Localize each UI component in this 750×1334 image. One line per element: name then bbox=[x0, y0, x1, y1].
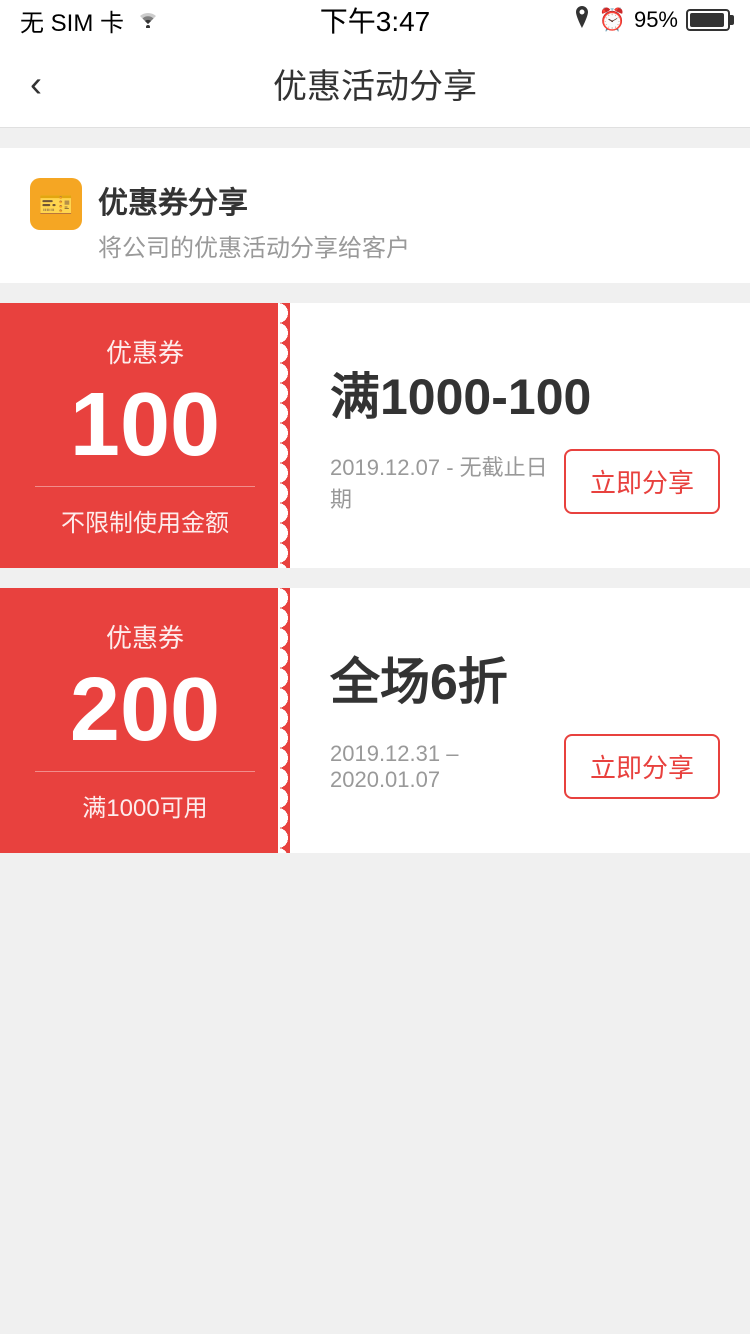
coupon-label-1: 优惠券 bbox=[106, 618, 184, 655]
section-header: 🎫 优惠券分享 将公司的优惠活动分享给客户 bbox=[0, 148, 750, 283]
status-left: 无 SIM 卡 bbox=[20, 3, 162, 38]
section-title: 优惠券分享 bbox=[98, 178, 410, 222]
coupon-date-0: 2019.12.07 - 无截止日期 bbox=[330, 450, 554, 514]
coupon-amount-0: 100 bbox=[70, 380, 220, 470]
coupons-list: 优惠券 100 不限制使用金额 满1000-100 2019.12.07 - 无… bbox=[0, 303, 750, 873]
wifi-icon bbox=[134, 6, 162, 35]
coupon-card: 优惠券 200 满1000可用 全场6折 2019.12.31 – 2020.0… bbox=[0, 588, 750, 853]
coupon-divider-1 bbox=[35, 771, 255, 772]
coupon-divider-0 bbox=[35, 486, 255, 487]
coupon-name-1: 全场6折 bbox=[330, 642, 720, 714]
coupon-condition-1: 满1000可用 bbox=[82, 788, 207, 823]
back-button[interactable]: ‹ bbox=[30, 63, 42, 105]
battery-icon bbox=[686, 9, 730, 31]
page-title: 优惠活动分享 bbox=[273, 59, 477, 108]
coupon-left-1: 优惠券 200 满1000可用 bbox=[0, 588, 290, 853]
battery-percent: 95% bbox=[634, 7, 678, 33]
coupon-right-0: 满1000-100 2019.12.07 - 无截止日期 立即分享 bbox=[290, 303, 750, 568]
coupon-label-0: 优惠券 bbox=[106, 333, 184, 370]
section-text: 优惠券分享 将公司的优惠活动分享给客户 bbox=[98, 178, 410, 263]
coupon-bottom-row-0: 2019.12.07 - 无截止日期 立即分享 bbox=[330, 449, 720, 514]
status-bar: 无 SIM 卡 下午3:47 ⏰ 95% bbox=[0, 0, 750, 40]
coupon-left-0: 优惠券 100 不限制使用金额 bbox=[0, 303, 290, 568]
status-right: ⏰ 95% bbox=[573, 6, 730, 34]
section-subtitle: 将公司的优惠活动分享给客户 bbox=[98, 228, 410, 263]
coupon-right-1: 全场6折 2019.12.31 – 2020.01.07 立即分享 bbox=[290, 588, 750, 853]
coupon-date-1: 2019.12.31 – 2020.01.07 bbox=[330, 741, 554, 793]
coupon-icon: 🎫 bbox=[30, 178, 82, 230]
location-icon bbox=[573, 6, 591, 34]
coupon-bottom-row-1: 2019.12.31 – 2020.01.07 立即分享 bbox=[330, 734, 720, 799]
nav-bar: ‹ 优惠活动分享 bbox=[0, 40, 750, 128]
coupon-card: 优惠券 100 不限制使用金额 满1000-100 2019.12.07 - 无… bbox=[0, 303, 750, 568]
share-button-1[interactable]: 立即分享 bbox=[564, 734, 720, 799]
coupon-amount-1: 200 bbox=[70, 665, 220, 755]
alarm-icon: ⏰ bbox=[599, 7, 626, 33]
share-button-0[interactable]: 立即分享 bbox=[564, 449, 720, 514]
carrier-label: 无 SIM 卡 bbox=[20, 3, 124, 38]
status-time: 下午3:47 bbox=[320, 0, 431, 40]
coupon-condition-0: 不限制使用金额 bbox=[61, 503, 229, 538]
coupon-name-0: 满1000-100 bbox=[330, 357, 720, 429]
